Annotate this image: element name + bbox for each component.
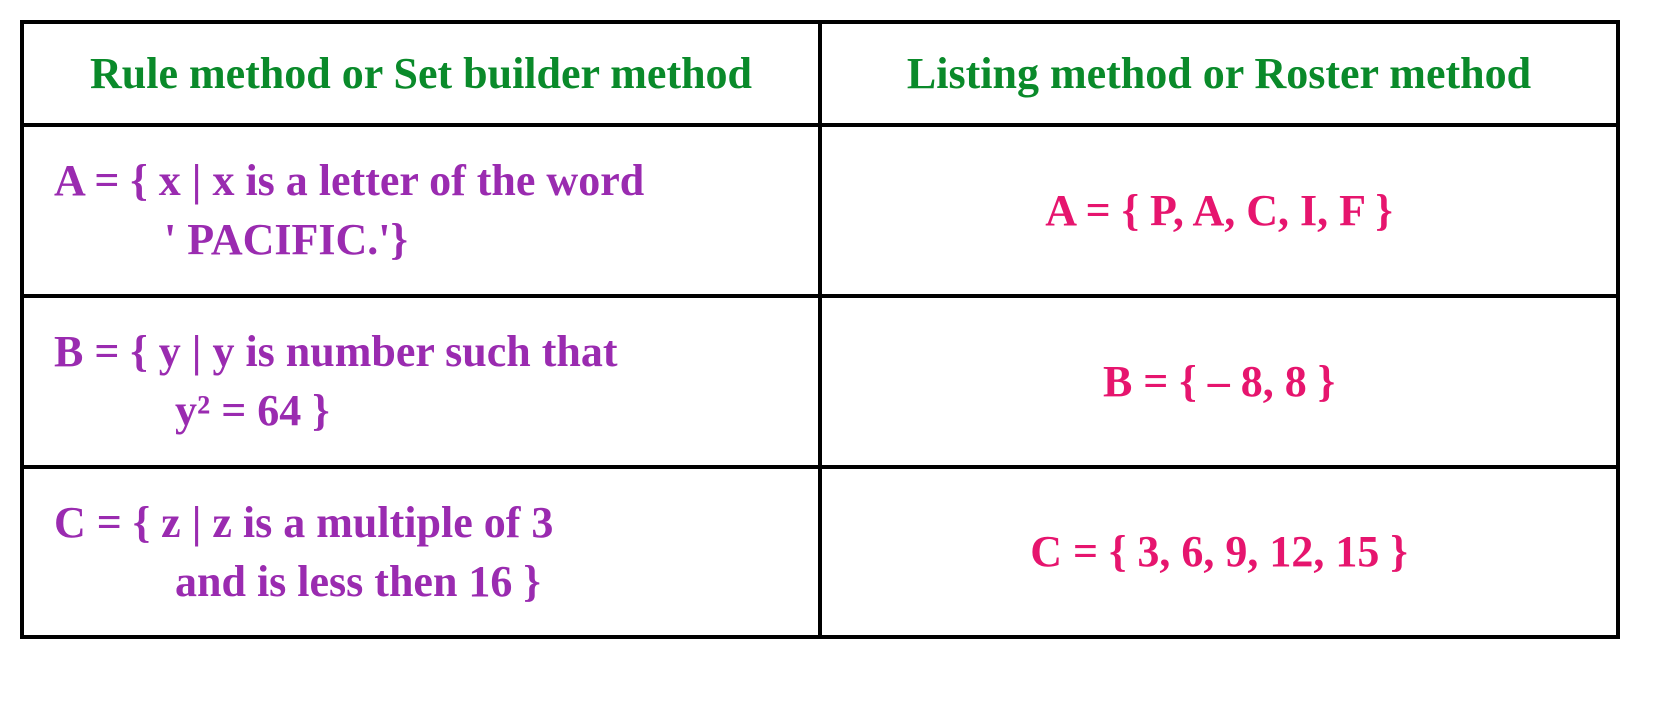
cell-roster-c: C = { 3, 6, 9, 12, 15 }: [820, 467, 1618, 638]
table-row: C = { z | z is a multiple of 3 and is le…: [22, 467, 1618, 638]
table-row: B = { y | y is number such that y² = 64 …: [22, 296, 1618, 467]
cell-roster-a: A = { P, A, C, I, F }: [820, 125, 1618, 296]
column-header-rule: Rule method or Set builder method: [22, 22, 820, 125]
cell-roster-b: B = { – 8, 8 }: [820, 296, 1618, 467]
cell-rule-a: A = { x | x is a letter of the word ' PA…: [22, 125, 820, 296]
column-header-roster: Listing method or Roster method: [820, 22, 1618, 125]
table-row: A = { x | x is a letter of the word ' PA…: [22, 125, 1618, 296]
cell-rule-b: B = { y | y is number such that y² = 64 …: [22, 296, 820, 467]
cell-rule-c: C = { z | z is a multiple of 3 and is le…: [22, 467, 820, 638]
set-notation-table: Rule method or Set builder method Listin…: [20, 20, 1620, 639]
